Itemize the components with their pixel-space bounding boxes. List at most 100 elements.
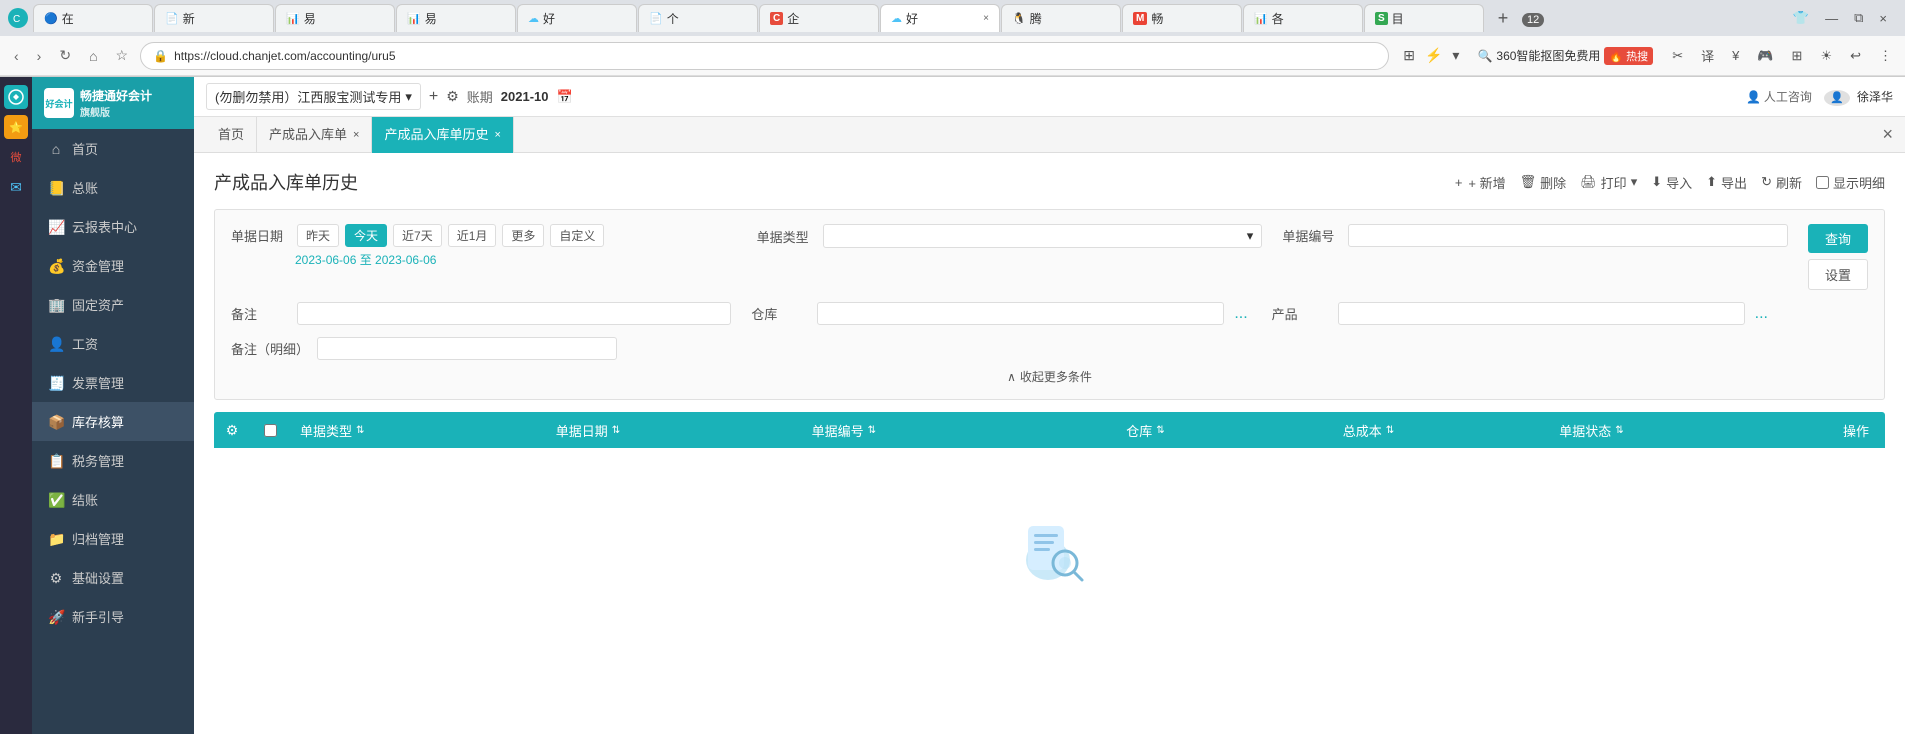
warehouse-filter-input[interactable]: [817, 302, 1224, 325]
left-icon-weibo[interactable]: 微: [4, 145, 28, 169]
product-picker-icon[interactable]: ...: [1751, 305, 1772, 323]
tab-zai[interactable]: 🔵 在: [33, 4, 153, 32]
th-date[interactable]: 单据日期 ⇅: [546, 421, 802, 440]
tab-xin[interactable]: 📄 新: [154, 4, 274, 32]
date-1month-btn[interactable]: 近1月: [448, 224, 497, 247]
refresh-button[interactable]: ↻ 刷新: [1761, 170, 1802, 195]
th-status[interactable]: 单据状态 ⇅: [1549, 421, 1805, 440]
lightning-icon[interactable]: ⚡: [1421, 45, 1446, 66]
brightness-icon[interactable]: ☀: [1815, 45, 1837, 67]
print-button[interactable]: 🖨 打印 ▾: [1580, 170, 1637, 195]
sidebar-header[interactable]: 好会计 畅捷通好会计 旗舰版: [32, 77, 194, 129]
import-button[interactable]: ⬇ 导入: [1651, 170, 1692, 195]
sidebar-item-asset[interactable]: 🏢 固定资产: [32, 285, 194, 324]
select-all-checkbox[interactable]: [264, 424, 277, 437]
number-filter-input[interactable]: [1348, 224, 1788, 247]
tab-hao2[interactable]: ☁ 好 ×: [880, 4, 1000, 32]
left-icon-app[interactable]: [4, 85, 28, 109]
sidebar-item-basic[interactable]: ⚙ 基础设置: [32, 558, 194, 597]
close-list-tab[interactable]: ×: [353, 117, 359, 153]
apps-icon[interactable]: ⊞: [1787, 45, 1808, 67]
tab-hao1[interactable]: ☁ 好: [517, 4, 637, 32]
breadcrumb-home[interactable]: 首页: [206, 117, 257, 153]
new-tab-button[interactable]: +: [1489, 4, 1517, 32]
th-cost[interactable]: 总成本 ⇅: [1333, 421, 1549, 440]
tab-close-hao2[interactable]: ×: [983, 13, 989, 24]
sidebar-item-report[interactable]: 📈 云报表中心: [32, 207, 194, 246]
address-bar[interactable]: 🔒 https://cloud.chanjet.com/accounting/u…: [140, 42, 1389, 70]
date-7days-btn[interactable]: 近7天: [393, 224, 442, 247]
tab-ge[interactable]: 📄 个: [638, 4, 758, 32]
date-today-btn[interactable]: 今天: [345, 224, 387, 247]
th-type[interactable]: 单据类型 ⇅: [290, 421, 546, 440]
home-browser-button[interactable]: ⌂: [83, 44, 103, 68]
back-button[interactable]: ‹: [8, 44, 25, 68]
close-all-tabs-button[interactable]: ×: [1870, 124, 1905, 145]
collapse-filter-button[interactable]: ∧ 收起更多条件: [1007, 368, 1092, 385]
grid-icon[interactable]: ⊞: [1399, 45, 1419, 66]
warehouse-picker-icon[interactable]: ...: [1230, 305, 1251, 323]
restore-button[interactable]: ⧉: [1848, 8, 1869, 28]
remark-detail-filter-input[interactable]: [317, 337, 617, 360]
th-checkbox[interactable]: [250, 424, 290, 437]
left-icon-star[interactable]: ⭐: [4, 115, 28, 139]
delete-button[interactable]: 🗑 删除: [1520, 170, 1567, 195]
minimize-button[interactable]: —: [1819, 9, 1844, 28]
date-custom-btn[interactable]: 自定义: [550, 224, 604, 247]
export-button[interactable]: ⬆ 导出: [1706, 170, 1747, 195]
tab-chang[interactable]: M 畅: [1122, 4, 1242, 32]
bookmark-button[interactable]: ☆: [110, 43, 135, 68]
sidebar-item-tax[interactable]: 📋 税务管理: [32, 441, 194, 480]
scissors-icon[interactable]: ✂: [1667, 45, 1688, 67]
sidebar-item-ledger[interactable]: 📒 总账: [32, 168, 194, 207]
type-filter-select[interactable]: ▾: [823, 224, 1263, 248]
translate-icon[interactable]: 译: [1696, 43, 1719, 68]
sidebar-item-inventory[interactable]: 📦 库存核算: [32, 402, 194, 441]
sidebar-item-fund[interactable]: 💰 资金管理: [32, 246, 194, 285]
left-icon-mail[interactable]: ✉: [4, 175, 28, 199]
more-icon[interactable]: ⋮: [1874, 45, 1897, 67]
search-bar-area[interactable]: 🔍 360智能抠图免费用 🔥 热搜: [1469, 47, 1661, 65]
breadcrumb-list[interactable]: 产成品入库单 ×: [257, 117, 372, 153]
close-history-tab[interactable]: ×: [494, 117, 500, 153]
show-col-button[interactable]: 显示明细: [1816, 173, 1885, 192]
remark-filter-input[interactable]: [297, 302, 731, 325]
settings-company-button[interactable]: ⚙: [446, 88, 459, 105]
undo-icon[interactable]: ↩: [1845, 45, 1866, 67]
game-icon[interactable]: 🎮: [1752, 45, 1778, 67]
tab-yi2[interactable]: 📊 易: [396, 4, 516, 32]
yuan-icon[interactable]: ¥: [1727, 45, 1744, 66]
product-filter-input[interactable]: [1338, 302, 1745, 325]
query-button[interactable]: 查询: [1808, 224, 1868, 253]
sidebar-item-payroll[interactable]: 👤 工资: [32, 324, 194, 363]
sidebar-item-archive[interactable]: 📁 归档管理: [32, 519, 194, 558]
th-number[interactable]: 单据编号 ⇅: [802, 421, 1117, 440]
breadcrumb-history[interactable]: 产成品入库单历史 ×: [372, 117, 513, 153]
th-settings[interactable]: ⚙: [214, 422, 250, 439]
sidebar-item-guide[interactable]: 🚀 新手引导: [32, 597, 194, 636]
tab-yi1[interactable]: 📊 易: [275, 4, 395, 32]
add-button[interactable]: + + 新增: [1455, 170, 1506, 195]
close-button[interactable]: ×: [1873, 9, 1893, 28]
settings-filter-button[interactable]: 设置: [1808, 259, 1868, 290]
shirt-icon[interactable]: 👕: [1787, 8, 1815, 28]
tab-teng[interactable]: 🐧 腾: [1001, 4, 1121, 32]
show-col-checkbox[interactable]: [1816, 176, 1829, 189]
tab-qi[interactable]: C 企: [759, 4, 879, 32]
date-yesterday-btn[interactable]: 昨天: [297, 224, 339, 247]
forward-button[interactable]: ›: [31, 44, 48, 68]
user-profile[interactable]: 👤 徐泽华: [1824, 88, 1893, 105]
company-select[interactable]: (勿删勿禁用）江西服宝测试专用 ▾: [206, 83, 421, 110]
add-company-button[interactable]: +: [429, 88, 438, 106]
date-more-btn[interactable]: 更多: [502, 224, 544, 247]
sidebar-item-settle[interactable]: ✅ 结账: [32, 480, 194, 519]
calendar-icon[interactable]: 📅: [557, 89, 573, 105]
refresh-browser-button[interactable]: ↻: [53, 43, 77, 68]
th-warehouse[interactable]: 仓库 ⇅: [1116, 421, 1332, 440]
sidebar-item-invoice[interactable]: 🧾 发票管理: [32, 363, 194, 402]
sidebar-item-home[interactable]: ⌂ 首页: [32, 129, 194, 168]
service-button[interactable]: 👤 人工咨询: [1746, 88, 1812, 105]
dropdown-icon[interactable]: ▾: [1448, 45, 1463, 66]
tab-mu[interactable]: S 目: [1364, 4, 1484, 32]
tab-ge2[interactable]: 📊 各: [1243, 4, 1363, 32]
